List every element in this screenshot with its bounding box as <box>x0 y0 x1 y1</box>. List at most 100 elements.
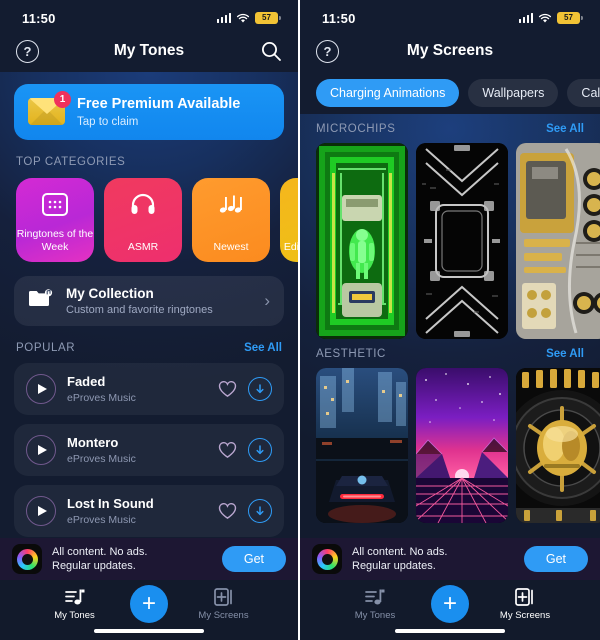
headphones-icon <box>104 192 182 216</box>
ad-text: All content. No ads. Regular updates. <box>352 545 447 574</box>
envelope-icon: 1 <box>28 91 71 126</box>
song-text: Lost In Sound eProves Music <box>67 496 154 525</box>
folder-music-icon <box>28 288 54 314</box>
promo-subtitle: Tap to claim <box>77 115 139 128</box>
right-phone-screen: 11:50 57 ? My Screens Charging Animation… <box>300 0 600 640</box>
cellular-signal-icon <box>216 13 231 23</box>
question-mark-icon[interactable]: ? <box>316 39 339 63</box>
right-nav-bar: ? My Screens <box>300 30 600 72</box>
free-premium-banner[interactable]: 1 Free Premium Available Tap to claim <box>14 84 284 140</box>
heart-icon[interactable] <box>218 441 237 460</box>
gold-circuit-board-wallpaper[interactable] <box>516 143 600 339</box>
category-card-asmr[interactable]: ASMR <box>104 178 182 262</box>
status-indicators: 57 <box>216 12 281 24</box>
filter-chips[interactable]: Charging Animations Wallpapers Call Scre… <box>300 72 600 114</box>
fab-label: + <box>442 590 457 617</box>
chip-wallpapers[interactable]: Wallpapers <box>468 79 559 107</box>
download-icon[interactable] <box>248 377 272 401</box>
tab-label: My Screens <box>499 610 551 621</box>
calendar-icon <box>16 192 94 216</box>
synthwave-grid-wallpaper[interactable] <box>416 368 508 523</box>
battery-indicator: 57 <box>557 12 583 24</box>
left-phone-screen: 11:50 57 ? My Tones 1 Free Premium Avail… <box>0 0 300 640</box>
ad-line-1: All content. No ads. <box>352 545 448 558</box>
microchips-header: MICROCHIPS See All <box>300 123 600 135</box>
ad-banner[interactable]: All content. No ads. Regular updates. Ge… <box>0 538 298 580</box>
chevron-right-icon: › <box>264 291 270 310</box>
tab-my-screens[interactable]: My Screens <box>450 587 600 621</box>
notification-badge: 1 <box>54 91 71 108</box>
question-mark-icon[interactable]: ? <box>16 39 39 63</box>
heart-icon[interactable] <box>218 502 237 521</box>
song-row[interactable]: Faded eProves Music <box>14 363 284 415</box>
collection-text: My Collection Custom and favorite ringto… <box>66 286 213 316</box>
music-notes-icon <box>192 192 270 216</box>
play-icon[interactable] <box>26 374 56 404</box>
song-title: Faded <box>67 374 106 390</box>
category-label: ASMR <box>127 240 159 253</box>
song-title: Montero <box>67 435 119 451</box>
search-icon[interactable] <box>260 40 282 62</box>
section-title: POPULAR <box>16 342 76 354</box>
ad-line-2: Regular updates. <box>352 560 436 572</box>
get-button[interactable]: Get <box>523 546 588 572</box>
song-row[interactable]: Montero eProves Music <box>14 424 284 476</box>
category-label: Ringtones of the Week <box>16 228 94 253</box>
promo-title: Free Premium Available <box>77 96 241 113</box>
chip-charging-animations[interactable]: Charging Animations <box>316 79 460 107</box>
top-categories-row[interactable]: Ringtones of the Week ASMR Newest Ed <box>0 168 298 262</box>
aesthetic-thumb-row[interactable] <box>300 360 600 523</box>
category-card-newest[interactable]: Newest <box>192 178 270 262</box>
see-all-link[interactable]: See All <box>546 123 584 135</box>
song-artist: eProves Music <box>67 452 136 465</box>
tab-label: My Screens <box>198 610 249 621</box>
tab-my-screens[interactable]: My Screens <box>149 587 298 621</box>
tab-my-tones[interactable]: My Tones <box>300 587 450 621</box>
download-icon[interactable] <box>248 438 272 462</box>
top-categories-header: TOP CATEGORIES <box>0 156 298 168</box>
green-cryo-pod-wallpaper[interactable] <box>316 143 408 339</box>
category-label: Newest <box>213 240 249 253</box>
see-all-link[interactable]: See All <box>546 348 584 360</box>
status-time: 11:50 <box>322 10 356 26</box>
fab-label: + <box>141 590 156 617</box>
see-all-link[interactable]: See All <box>244 342 282 354</box>
section-title: AESTHETIC <box>316 348 386 360</box>
wifi-icon <box>236 13 250 24</box>
song-artist: eProves Music <box>67 391 136 404</box>
ad-text: All content. No ads. Regular updates. <box>52 545 147 574</box>
chip-call-screens[interactable]: Call Screens <box>567 79 600 107</box>
dual-phone-screenshot: 11:50 57 ? My Tones 1 Free Premium Avail… <box>0 0 600 640</box>
app-icon <box>312 544 342 574</box>
page-title: My Tones <box>113 42 185 59</box>
status-bar-left: 11:50 57 <box>0 0 298 30</box>
category-card-ringtones-of-the-week[interactable]: Ringtones of the Week <box>16 178 94 262</box>
ad-banner[interactable]: All content. No ads. Regular updates. Ge… <box>300 538 600 580</box>
gold-vault-wallpaper[interactable] <box>516 368 600 523</box>
tab-my-tones[interactable]: My Tones <box>0 587 149 621</box>
my-collection-row[interactable]: My Collection Custom and favorite ringto… <box>14 276 284 326</box>
left-nav-bar: ? My Tones <box>0 30 298 72</box>
category-card-editors-choice[interactable]: Editor's Choice <box>280 178 298 262</box>
get-button[interactable]: Get <box>221 546 286 572</box>
play-icon[interactable] <box>26 435 56 465</box>
collection-subtitle: Custom and favorite ringtones <box>66 303 213 316</box>
plus-icon[interactable]: + <box>130 585 168 623</box>
neon-city-car-wallpaper[interactable] <box>316 368 408 523</box>
song-row[interactable]: Lost In Sound eProves Music <box>14 485 284 537</box>
plus-icon[interactable]: + <box>431 585 469 623</box>
microchips-thumb-row[interactable] <box>300 135 600 339</box>
aesthetic-header: AESTHETIC See All <box>300 348 600 360</box>
monochrome-circuit-wallpaper[interactable] <box>416 143 508 339</box>
heart-icon[interactable] <box>218 380 237 399</box>
ad-line-1: All content. No ads. <box>52 545 148 558</box>
play-icon[interactable] <box>26 496 56 526</box>
wifi-icon <box>538 13 552 24</box>
download-icon[interactable] <box>248 499 272 523</box>
status-time: 11:50 <box>22 10 56 26</box>
section-title: MICROCHIPS <box>316 123 396 135</box>
battery-level: 57 <box>564 13 573 22</box>
app-icon <box>12 544 42 574</box>
section-title: TOP CATEGORIES <box>16 156 126 168</box>
ad-line-2: Regular updates. <box>52 560 136 572</box>
